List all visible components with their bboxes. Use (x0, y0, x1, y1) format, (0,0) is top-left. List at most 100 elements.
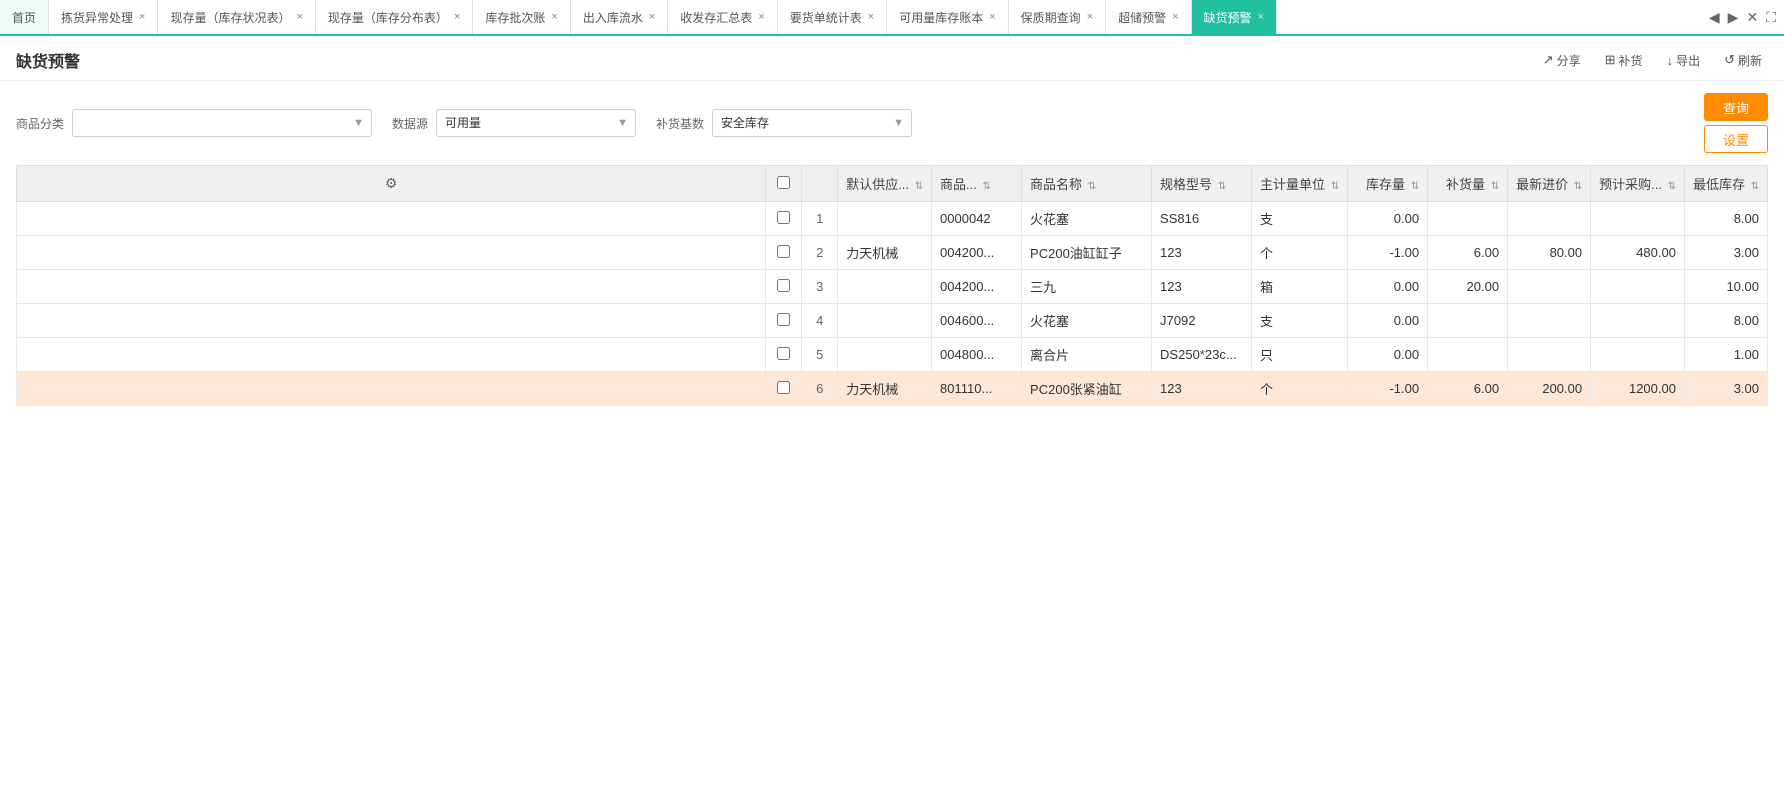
spec-header[interactable]: 规格型号 ⇅ (1152, 166, 1252, 202)
row-spec: 123 (1152, 270, 1252, 304)
tab-exception[interactable]: 拣货异常处理 × (49, 0, 158, 35)
close-available-ledger-tab[interactable]: × (989, 11, 995, 23)
row-product-code: 0000042 (932, 202, 1022, 236)
replenish-button[interactable]: ⊞ 补货 (1599, 49, 1649, 72)
row-checkbox[interactable] (777, 279, 790, 292)
tab-stock-dist[interactable]: 现存量（库存分布表） × (316, 0, 473, 35)
tab-expiry-query[interactable]: 保质期查询 × (1009, 0, 1106, 35)
tab-shortage[interactable]: 缺货预警 × (1192, 0, 1277, 35)
page-title: 缺货预警 (16, 48, 80, 72)
refresh-button[interactable]: ↺ 刷新 (1718, 49, 1768, 72)
export-button[interactable]: ↓ 导出 (1661, 49, 1707, 72)
data-table: ⚙ 默认供应... ⇅ 商品... ⇅ 商品名称 ⇅ (16, 165, 1768, 406)
spec-sort-icon: ⇅ (1218, 181, 1226, 192)
category-filter-group: 商品分类 ▼ (16, 109, 372, 137)
close-exception-tab[interactable]: × (139, 11, 145, 23)
data-source-label: 数据源 (392, 115, 428, 132)
row-product-code: 004800... (932, 338, 1022, 372)
table-row: 5 004800... 离合片 DS250*23c... 只 0.00 1.00 (17, 338, 1768, 372)
row-checkbox[interactable] (777, 381, 790, 394)
row-checkbox[interactable] (777, 347, 790, 360)
data-source-select-wrapper: 可用量 库存量 ▼ (436, 109, 636, 137)
data-source-select[interactable]: 可用量 库存量 (436, 109, 636, 137)
close-shortage-tab[interactable]: × (1258, 11, 1264, 23)
close-inout-flow-tab[interactable]: × (649, 11, 655, 23)
row-product-name: 火花塞 (1022, 304, 1152, 338)
row-gear-icon[interactable] (17, 270, 766, 304)
row-replenish-qty: 6.00 (1428, 372, 1508, 406)
row-gear-icon[interactable] (17, 202, 766, 236)
row-est-purchase: 1200.00 (1591, 372, 1685, 406)
close-receive-summary-tab[interactable]: × (758, 11, 764, 23)
close-stock-status-tab[interactable]: × (296, 11, 302, 23)
row-checkbox[interactable] (777, 211, 790, 224)
unit-header[interactable]: 主计量单位 ⇅ (1252, 166, 1348, 202)
row-checkbox-cell (766, 372, 802, 406)
row-est-purchase (1591, 338, 1685, 372)
table-header-row: ⚙ 默认供应... ⇅ 商品... ⇅ 商品名称 ⇅ (17, 166, 1768, 202)
row-supplier: 力天机械 (838, 236, 932, 270)
tab-maximize-button[interactable]: ⛶ (1762, 7, 1780, 28)
category-select[interactable] (72, 109, 372, 137)
tab-inout-flow[interactable]: 出入库流水 × (571, 0, 668, 35)
product-name-header[interactable]: 商品名称 ⇅ (1022, 166, 1152, 202)
tab-batch[interactable]: 库存批次账 × (473, 0, 570, 35)
tab-stock-status[interactable]: 现存量（库存状况表） × (158, 0, 315, 35)
supplier-sort-icon: ⇅ (915, 181, 923, 192)
row-spec: 123 (1152, 372, 1252, 406)
row-product-code: 004200... (932, 236, 1022, 270)
tab-next-button[interactable]: ▶ (1724, 7, 1743, 28)
row-product-code: 004600... (932, 304, 1022, 338)
latest-price-header[interactable]: 最新进价 ⇅ (1508, 166, 1591, 202)
close-overstock-tab[interactable]: × (1172, 11, 1178, 23)
row-min-stock: 8.00 (1684, 304, 1767, 338)
row-gear-icon[interactable] (17, 304, 766, 338)
close-demand-stats-tab[interactable]: × (868, 11, 874, 23)
replenish-qty-header[interactable]: 补货量 ⇅ (1428, 166, 1508, 202)
est-purchase-header[interactable]: 预计采购... ⇅ (1591, 166, 1685, 202)
tab-home[interactable]: 首页 (0, 0, 49, 35)
row-checkbox[interactable] (777, 245, 790, 258)
row-checkbox[interactable] (777, 313, 790, 326)
category-select-wrapper: ▼ (72, 109, 372, 137)
row-stock: 0.00 (1348, 270, 1428, 304)
index-header (802, 166, 838, 202)
row-product-name: PC200油缸缸子 (1022, 236, 1152, 270)
product-code-sort-icon: ⇅ (983, 181, 991, 192)
refresh-icon: ↺ (1724, 52, 1735, 68)
row-stock: -1.00 (1348, 372, 1428, 406)
min-stock-sort-icon: ⇅ (1751, 181, 1759, 192)
tab-receive-summary[interactable]: 收发存汇总表 × (668, 0, 777, 35)
replenish-base-select[interactable]: 安全库存 最低库存 (712, 109, 912, 137)
row-latest-price (1508, 338, 1591, 372)
close-stock-dist-tab[interactable]: × (454, 11, 460, 23)
tab-overstock[interactable]: 超储预警 × (1106, 0, 1191, 35)
min-stock-header[interactable]: 最低库存 ⇅ (1684, 166, 1767, 202)
row-unit: 个 (1252, 372, 1348, 406)
share-button[interactable]: ↗ 分享 (1537, 49, 1587, 72)
tab-available-ledger[interactable]: 可用量库存账本 × (887, 0, 1008, 35)
tab-prev-button[interactable]: ◀ (1705, 7, 1724, 28)
row-index: 3 (802, 270, 838, 304)
close-batch-tab[interactable]: × (551, 11, 557, 23)
select-all-checkbox[interactable] (777, 176, 790, 189)
close-expiry-query-tab[interactable]: × (1087, 11, 1093, 23)
row-gear-icon[interactable] (17, 236, 766, 270)
tab-close-all-button[interactable]: ✕ (1742, 7, 1762, 28)
stock-header[interactable]: 库存量 ⇅ (1348, 166, 1428, 202)
row-min-stock: 8.00 (1684, 202, 1767, 236)
product-code-header[interactable]: 商品... ⇅ (932, 166, 1022, 202)
table-row: 6 力天机械 801110... PC200张紧油缸 123 个 -1.00 6… (17, 372, 1768, 406)
supplier-header[interactable]: 默认供应... ⇅ (838, 166, 932, 202)
category-label: 商品分类 (16, 115, 64, 132)
gear-settings-header[interactable]: ⚙ (17, 166, 766, 202)
row-latest-price (1508, 270, 1591, 304)
tab-demand-stats[interactable]: 要货单统计表 × (778, 0, 887, 35)
row-gear-icon[interactable] (17, 372, 766, 406)
query-button[interactable]: 查询 (1704, 93, 1768, 121)
row-checkbox-cell (766, 202, 802, 236)
settings-button[interactable]: 设置 (1704, 125, 1768, 153)
filter-actions: 查询 设置 (1704, 93, 1768, 153)
row-latest-price: 80.00 (1508, 236, 1591, 270)
row-gear-icon[interactable] (17, 338, 766, 372)
